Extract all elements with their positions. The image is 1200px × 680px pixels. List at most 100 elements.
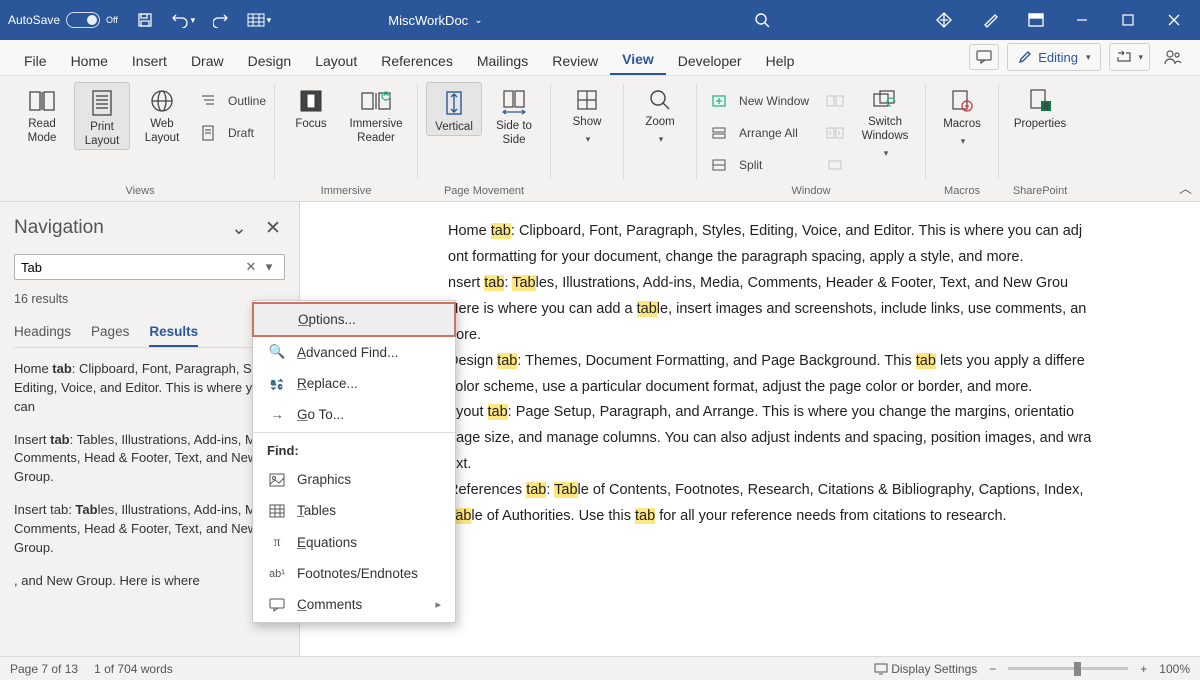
focus-button[interactable]: Focus xyxy=(283,82,339,132)
menu-advanced-find[interactable]: 🔍Advanced Find... xyxy=(253,336,455,368)
nav-title: Navigation xyxy=(14,217,104,239)
tab-review[interactable]: Review xyxy=(540,47,610,75)
document-title[interactable]: MiscWorkDoc ⌄ xyxy=(272,13,599,28)
comments-button[interactable] xyxy=(969,44,999,70)
maximize-button[interactable] xyxy=(1110,2,1146,38)
brush-icon[interactable] xyxy=(972,2,1008,38)
svg-text:S: S xyxy=(1043,102,1048,111)
zoom-slider[interactable] xyxy=(1008,667,1128,670)
ribbon-tabs: File Home Insert Draw Design Layout Refe… xyxy=(0,40,1200,76)
nav-search-input[interactable]: ✕ ▾ xyxy=(14,254,285,280)
macros-button[interactable]: Macros▾ xyxy=(934,82,990,147)
group-window: New Window Arrange All Split Switch Wind… xyxy=(697,78,925,201)
switch-windows-button[interactable]: Switch Windows▾ xyxy=(853,82,917,158)
tab-developer[interactable]: Developer xyxy=(666,47,754,75)
tab-help[interactable]: Help xyxy=(754,47,807,75)
clear-search-icon[interactable]: ✕ xyxy=(242,258,260,276)
menu-goto[interactable]: →Go To... xyxy=(253,399,455,430)
autosave[interactable]: AutoSave Off xyxy=(8,12,118,28)
word-count[interactable]: 1 of 704 words xyxy=(94,662,173,676)
save-icon[interactable] xyxy=(132,7,158,33)
web-layout-button[interactable]: Web Layout xyxy=(134,82,190,146)
search-icon: 🔍 xyxy=(267,344,287,360)
menu-graphics[interactable]: Graphics xyxy=(253,464,455,495)
table-icon[interactable]: ▾ xyxy=(246,7,272,33)
nav-result-item[interactable]: Home tab: Clipboard, Font, Paragraph, St… xyxy=(14,360,285,417)
nav-result-item[interactable]: Insert tab: Tables, Illustrations, Add-i… xyxy=(14,431,285,488)
minimize-button[interactable] xyxy=(1064,2,1100,38)
editing-mode-button[interactable]: Editing ▾ xyxy=(1007,43,1101,71)
outline-icon xyxy=(194,88,222,114)
group-immersive: Focus Immersive Reader Immersive xyxy=(275,78,417,201)
search-icon xyxy=(749,7,775,33)
titlebar: AutoSave Off ▾ ▾ MiscWorkDoc ⌄ xyxy=(0,0,1200,40)
nav-result-item[interactable]: Insert tab: Tables, Illustrations, Add-i… xyxy=(14,501,285,558)
undo-icon[interactable]: ▾ xyxy=(170,7,196,33)
zoom-level[interactable]: 100% xyxy=(1159,662,1190,676)
autosave-state: Off xyxy=(106,15,118,25)
nav-result-item[interactable]: , and New Group. Here is where xyxy=(14,572,285,591)
nav-tab-headings[interactable]: Headings xyxy=(14,318,71,347)
graphics-icon xyxy=(267,473,287,487)
vertical-button[interactable]: Vertical xyxy=(426,82,482,136)
tab-mailings[interactable]: Mailings xyxy=(465,47,540,75)
nav-results-list: Home tab: Clipboard, Font, Paragraph, St… xyxy=(14,360,285,604)
tab-view[interactable]: View xyxy=(610,45,666,75)
redo-icon[interactable] xyxy=(208,7,234,33)
nav-tab-results[interactable]: Results xyxy=(149,318,198,347)
arrange-all-button[interactable]: Arrange All xyxy=(705,120,809,146)
nav-tab-pages[interactable]: Pages xyxy=(91,318,129,347)
properties-button[interactable]: SProperties xyxy=(1007,82,1073,132)
draft-button[interactable]: Draft xyxy=(194,120,266,146)
close-button[interactable] xyxy=(1156,2,1192,38)
replace-icon: ac xyxy=(267,377,287,391)
tab-design[interactable]: Design xyxy=(236,47,304,75)
outline-button[interactable]: Outline xyxy=(194,88,266,114)
new-window-button[interactable]: New Window xyxy=(705,88,809,114)
quick-access-toolbar: ▾ ▾ xyxy=(132,7,272,33)
show-button[interactable]: Show▾ xyxy=(559,82,615,145)
arrange-icon xyxy=(705,120,733,146)
share-button[interactable]: ▾ xyxy=(1109,43,1150,71)
menu-footnotes[interactable]: ab¹Footnotes/Endnotes xyxy=(253,558,455,589)
print-layout-button[interactable]: Print Layout xyxy=(74,82,130,150)
nav-tabs: Headings Pages Results xyxy=(14,318,285,348)
nav-chevron-icon[interactable]: ⌄ xyxy=(227,216,251,240)
tab-references[interactable]: References xyxy=(369,47,465,75)
split-button[interactable]: Split xyxy=(705,152,809,178)
search-dropdown-icon[interactable]: ▾ xyxy=(260,258,278,276)
reset-window-button xyxy=(821,152,849,178)
menu-replace[interactable]: acReplace... xyxy=(253,368,455,399)
immersive-reader-button[interactable]: Immersive Reader xyxy=(343,82,409,146)
nav-close-icon[interactable]: ✕ xyxy=(261,216,285,240)
tab-draw[interactable]: Draw xyxy=(179,47,236,75)
goto-icon: → xyxy=(267,407,287,422)
tab-insert[interactable]: Insert xyxy=(120,47,179,75)
display-settings-button[interactable]: Display Settings xyxy=(874,662,977,676)
panel-icon[interactable] xyxy=(1018,2,1054,38)
autosave-toggle[interactable] xyxy=(66,12,100,28)
side-to-side-button[interactable]: Side to Side xyxy=(486,82,542,148)
menu-options[interactable]: Options... xyxy=(253,303,455,336)
read-mode-button[interactable]: Read Mode xyxy=(14,82,70,146)
people-icon[interactable] xyxy=(1158,43,1188,71)
tab-home[interactable]: Home xyxy=(59,47,120,75)
comments-icon xyxy=(267,598,287,612)
diamond-icon[interactable] xyxy=(926,2,962,38)
search-field[interactable] xyxy=(21,260,242,275)
collapse-ribbon-icon[interactable]: ︿ xyxy=(1179,178,1192,197)
zoom-out-button[interactable]: − xyxy=(989,662,996,676)
menu-tables[interactable]: Tables xyxy=(253,495,455,526)
search-box[interactable] xyxy=(599,7,926,33)
zoom-button[interactable]: Zoom▾ xyxy=(632,82,688,145)
menu-comments[interactable]: Comments▸ xyxy=(253,589,455,620)
tab-file[interactable]: File xyxy=(12,47,59,75)
menu-find-header: Find: xyxy=(253,435,455,464)
pencil-icon xyxy=(1018,50,1032,64)
window-controls xyxy=(926,2,1192,38)
menu-equations[interactable]: πEquations xyxy=(253,526,455,558)
page-number[interactable]: Page 7 of 13 xyxy=(10,662,78,676)
zoom-in-button[interactable]: + xyxy=(1140,662,1147,676)
chevron-down-icon: ▾ xyxy=(1086,52,1091,63)
tab-layout[interactable]: Layout xyxy=(303,47,369,75)
